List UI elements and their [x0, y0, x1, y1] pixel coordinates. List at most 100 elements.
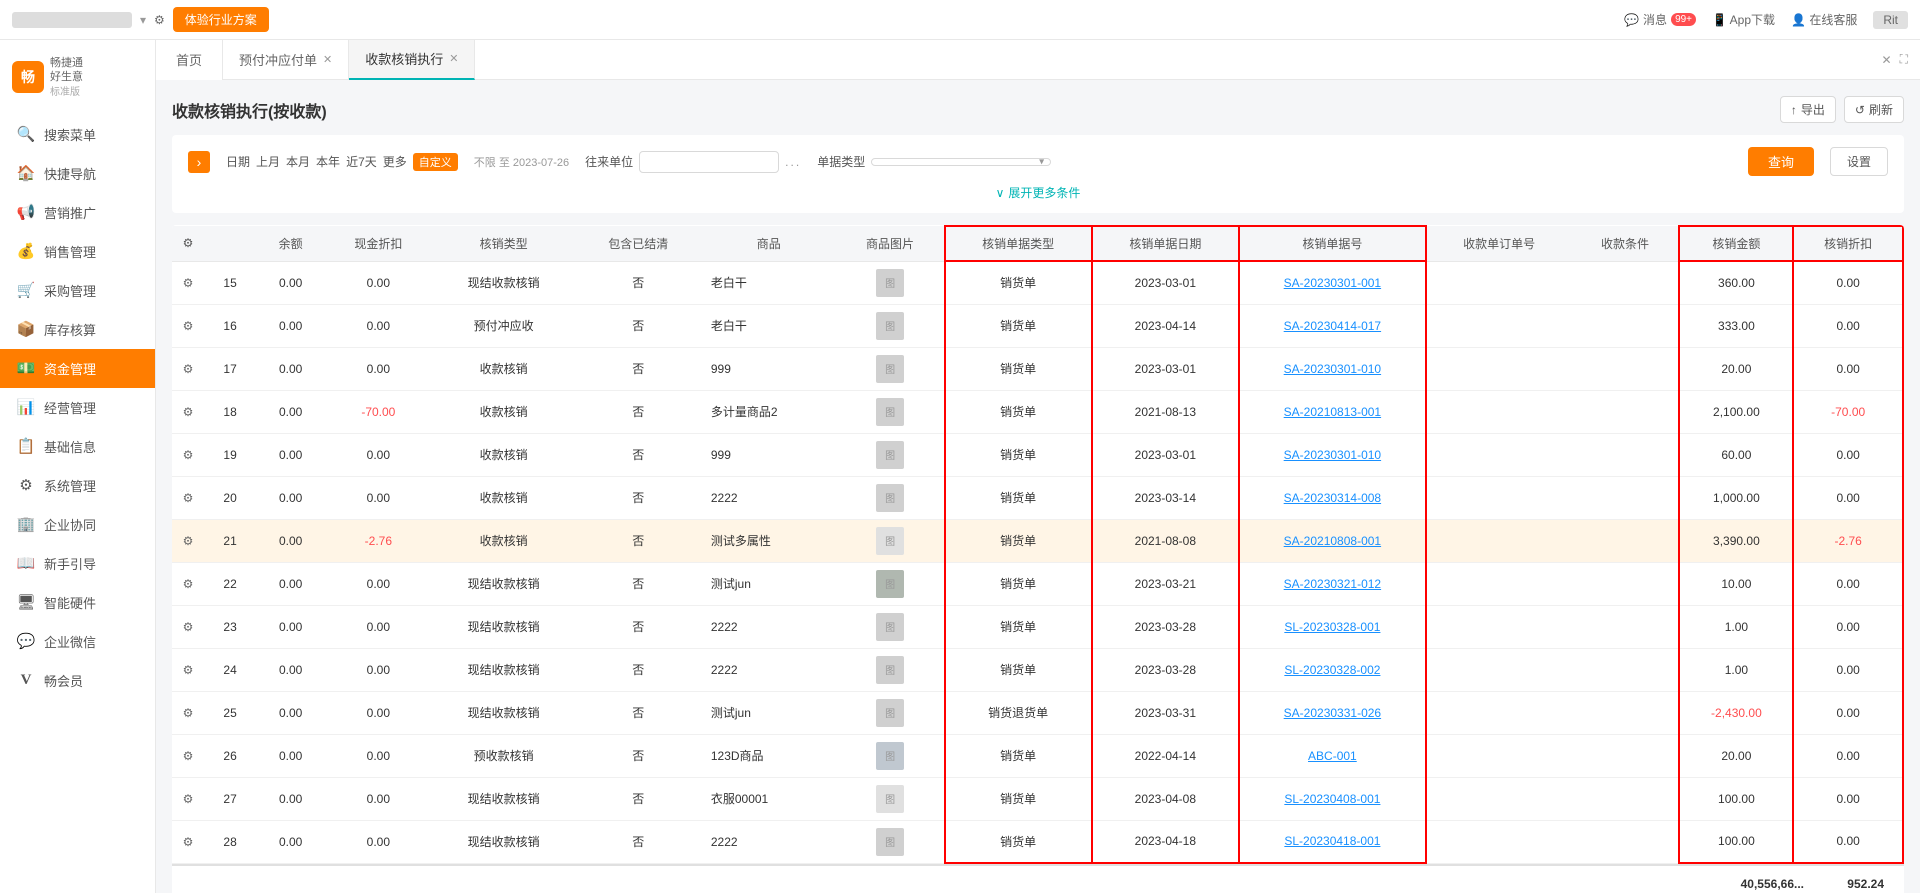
table-wrapper[interactable]: ⚙ 余额 现金折扣 核销类型 包含已结清 商品 商品图片 核销单据类型 核销单据…	[172, 225, 1904, 864]
cell-verify-discount: 0.00	[1793, 562, 1903, 605]
row-settings-icon[interactable]: ⚙	[183, 835, 194, 849]
verify-bill-no-link[interactable]: SA-20230314-008	[1284, 491, 1381, 505]
verify-bill-no-link[interactable]: ABC-001	[1308, 749, 1357, 763]
row-settings-icon[interactable]: ⚙	[183, 448, 194, 462]
verify-bill-no-link[interactable]: SL-20230328-002	[1284, 663, 1380, 677]
date-prev-month[interactable]: 上月	[256, 153, 280, 171]
dropdown-arrow-icon[interactable]: ▾	[140, 13, 146, 27]
cell-seq: 21	[204, 519, 256, 562]
verify-bill-no-link[interactable]: SA-20230321-012	[1284, 577, 1381, 591]
cell-settings[interactable]: ⚙	[172, 390, 204, 433]
user-name[interactable]: Rit	[1873, 11, 1908, 29]
cell-settings[interactable]: ⚙	[172, 691, 204, 734]
sidebar-item-finance[interactable]: 💵 资金管理	[0, 349, 155, 388]
sidebar-item-search[interactable]: 🔍 搜索菜单	[0, 115, 155, 154]
verify-bill-no-link[interactable]: SL-20230328-001	[1284, 620, 1380, 634]
verify-bill-no-link[interactable]: SA-20230331-026	[1284, 706, 1381, 720]
filter-expand-toggle[interactable]: ›	[188, 151, 210, 173]
cell-settings[interactable]: ⚙	[172, 562, 204, 605]
sidebar-item-inventory[interactable]: 📦 库存核算	[0, 310, 155, 349]
sidebar-item-enterprise[interactable]: 🏢 企业协同	[0, 505, 155, 544]
row-settings-icon[interactable]: ⚙	[183, 792, 194, 806]
sidebar-item-basic[interactable]: 📋 基础信息	[0, 427, 155, 466]
cell-verify-discount: -2.76	[1793, 519, 1903, 562]
sidebar-item-system[interactable]: ⚙ 系统管理	[0, 466, 155, 505]
row-settings-icon[interactable]: ⚙	[183, 663, 194, 677]
th-settings[interactable]: ⚙	[172, 226, 204, 261]
sidebar-item-member[interactable]: V 畅会员	[0, 661, 155, 700]
sidebar-item-hardware[interactable]: 🖥 智能硬件	[0, 583, 155, 622]
counterpart-input[interactable]	[639, 151, 779, 173]
cell-settings[interactable]: ⚙	[172, 304, 204, 347]
sidebar-item-marketing[interactable]: 📢 营销推广	[0, 193, 155, 232]
verify-bill-no-link[interactable]: SA-20230301-010	[1284, 362, 1381, 376]
cell-include-settled: 否	[576, 820, 701, 863]
tab-prepay[interactable]: 预付冲应付单 ✕	[223, 40, 349, 80]
date-curr-year[interactable]: 本年	[316, 153, 340, 171]
tab-bar: 首页 预付冲应付单 ✕ 收款核销执行 ✕ ✕ ⛶	[156, 40, 1920, 80]
cell-settings[interactable]: ⚙	[172, 347, 204, 390]
sidebar-item-wechat[interactable]: 💬 企业微信	[0, 622, 155, 661]
date-filter: 日期 上月 本月 本年 近7天 更多 自定义	[226, 153, 458, 171]
tab-home[interactable]: 首页	[156, 40, 223, 80]
settings-btn[interactable]: 设置	[1830, 147, 1888, 176]
verify-bill-no-link[interactable]: SA-20230414-017	[1284, 319, 1381, 333]
cell-settings[interactable]: ⚙	[172, 605, 204, 648]
refresh-btn[interactable]: ↺ 刷新	[1844, 96, 1904, 123]
row-settings-icon[interactable]: ⚙	[183, 276, 194, 290]
cell-settings[interactable]: ⚙	[172, 261, 204, 304]
date-custom[interactable]: 自定义	[413, 153, 458, 171]
industry-btn[interactable]: 体验行业方案	[173, 7, 269, 32]
row-settings-icon[interactable]: ⚙	[183, 405, 194, 419]
verify-bill-no-link[interactable]: SA-20230301-010	[1284, 448, 1381, 462]
sidebar-item-guide[interactable]: 📖 新手引导	[0, 544, 155, 583]
cell-goods: 多计量商品2	[701, 390, 837, 433]
app-download[interactable]: 📱 App下载	[1712, 11, 1775, 28]
footer-verify-discount: 952.24	[1824, 872, 1904, 893]
verify-bill-no-link[interactable]: SL-20230418-001	[1284, 834, 1380, 848]
online-service[interactable]: 👤 在线客服	[1791, 11, 1857, 28]
tab-expand-icon[interactable]: ⛶	[1900, 52, 1908, 67]
tab-prepay-close[interactable]: ✕	[323, 53, 332, 66]
cell-settings[interactable]: ⚙	[172, 648, 204, 691]
row-settings-icon[interactable]: ⚙	[183, 319, 194, 333]
row-settings-icon[interactable]: ⚙	[183, 706, 194, 720]
tab-close-all-icon[interactable]: ✕	[1882, 53, 1892, 67]
export-btn[interactable]: ↑ 导出	[1780, 96, 1836, 123]
cell-settings[interactable]: ⚙	[172, 734, 204, 777]
verify-bill-no-link[interactable]: SA-20230301-001	[1284, 276, 1381, 290]
row-settings-icon[interactable]: ⚙	[183, 749, 194, 763]
verify-bill-no-link[interactable]: SL-20230408-001	[1284, 792, 1380, 806]
cell-goods: 测试jun	[701, 562, 837, 605]
date-more[interactable]: 更多	[383, 153, 407, 171]
verify-bill-no-link[interactable]: SA-20210813-001	[1284, 405, 1381, 419]
cell-settings[interactable]: ⚙	[172, 820, 204, 863]
cell-receipt-order-no	[1426, 605, 1572, 648]
voucher-type-select[interactable]	[871, 158, 1051, 166]
cell-settings[interactable]: ⚙	[172, 519, 204, 562]
sidebar-item-purchase[interactable]: 🛒 采购管理	[0, 271, 155, 310]
row-settings-icon[interactable]: ⚙	[183, 534, 194, 548]
date-curr-month[interactable]: 本月	[286, 153, 310, 171]
cell-settings[interactable]: ⚙	[172, 476, 204, 519]
sidebar-item-quick[interactable]: 🏠 快捷导航	[0, 154, 155, 193]
filter-right-btns: 设置	[1830, 147, 1888, 176]
date-7days[interactable]: 近7天	[346, 153, 377, 171]
row-settings-icon[interactable]: ⚙	[183, 491, 194, 505]
sidebar-label-business: 经营管理	[44, 398, 96, 417]
settings-icon[interactable]: ⚙	[154, 13, 165, 27]
expand-more-btn[interactable]: ∨ 展开更多条件	[996, 184, 1081, 201]
cell-balance: 0.00	[256, 261, 325, 304]
cell-settings[interactable]: ⚙	[172, 777, 204, 820]
message-badge[interactable]: 💬 消息 99+	[1624, 11, 1696, 28]
row-settings-icon[interactable]: ⚙	[183, 362, 194, 376]
row-settings-icon[interactable]: ⚙	[183, 620, 194, 634]
cell-settings[interactable]: ⚙	[172, 433, 204, 476]
sidebar-item-sales[interactable]: 💰 销售管理	[0, 232, 155, 271]
verify-bill-no-link[interactable]: SA-20210808-001	[1284, 534, 1381, 548]
row-settings-icon[interactable]: ⚙	[183, 577, 194, 591]
tab-receipt-close[interactable]: ✕	[449, 52, 458, 65]
tab-receipt[interactable]: 收款核销执行 ✕	[349, 40, 475, 80]
sidebar-item-business[interactable]: 📊 经营管理	[0, 388, 155, 427]
query-btn[interactable]: 查询	[1748, 147, 1814, 176]
